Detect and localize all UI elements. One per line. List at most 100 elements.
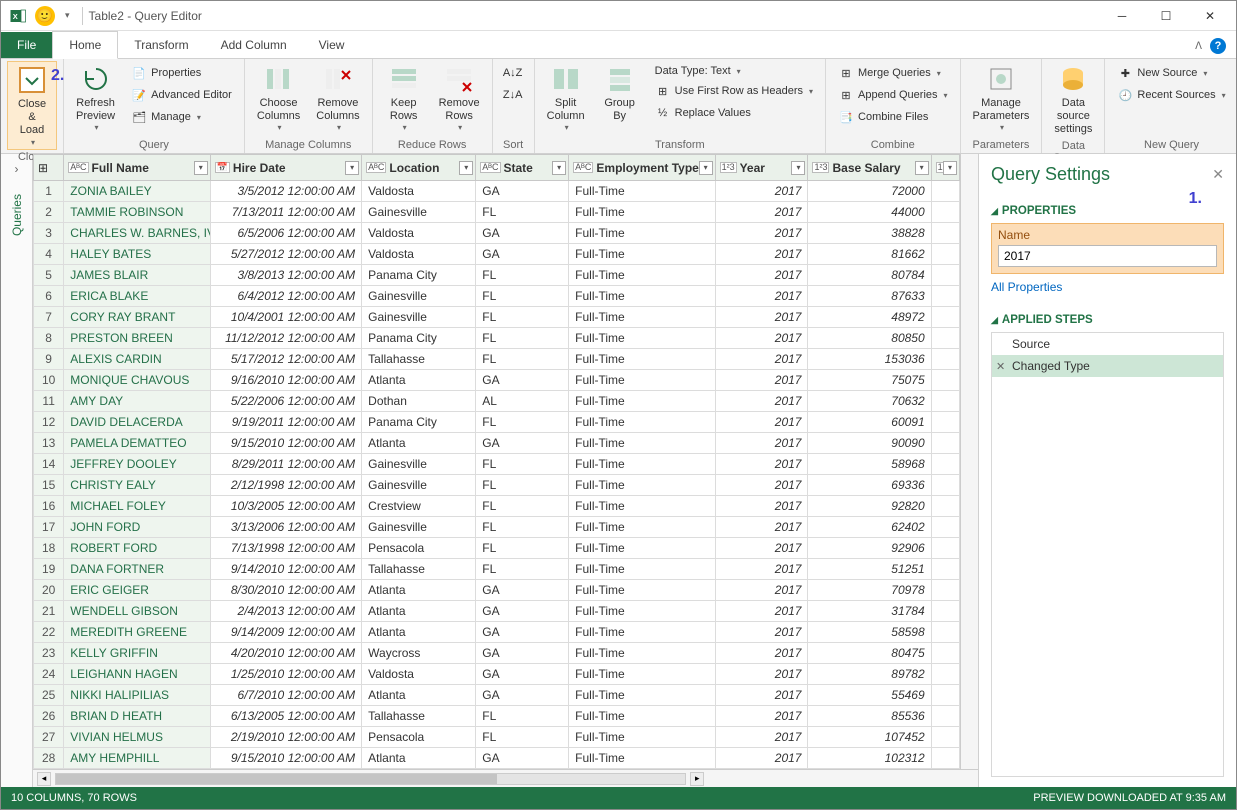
cell[interactable]: Crestview [362, 496, 476, 517]
row-number[interactable]: 27 [34, 727, 64, 748]
cell[interactable]: KELLY GRIFFIN [64, 643, 210, 664]
cell[interactable]: 38828 [808, 223, 931, 244]
cell[interactable]: GA [476, 181, 569, 202]
cell[interactable]: Gainesville [362, 202, 476, 223]
table-row[interactable]: 3CHARLES W. BARNES, IV6/5/2006 12:00:00 … [34, 223, 960, 244]
cell[interactable]: 8/29/2011 12:00:00 AM [210, 454, 361, 475]
cell[interactable]: ERIC GEIGER [64, 580, 210, 601]
tab-transform[interactable]: Transform [118, 32, 204, 58]
cell[interactable]: 6/5/2006 12:00:00 AM [210, 223, 361, 244]
cell[interactable]: Atlanta [362, 580, 476, 601]
table-row[interactable]: 23KELLY GRIFFIN4/20/2010 12:00:00 AMWayc… [34, 643, 960, 664]
filter-dropdown-icon[interactable]: ▾ [943, 161, 957, 175]
type-badge-icon[interactable]: 1²3 [720, 162, 737, 174]
cell[interactable]: Full-Time [569, 265, 715, 286]
row-number[interactable]: 2 [34, 202, 64, 223]
cell[interactable]: Panama City [362, 265, 476, 286]
merge-queries-button[interactable]: ⊞Merge Queries▾ [834, 63, 952, 83]
cell[interactable]: TAMMIE ROBINSON [64, 202, 210, 223]
column-header-state[interactable]: AᴮCState▾ [476, 155, 569, 181]
cell[interactable]: 2/19/2010 12:00:00 AM [210, 727, 361, 748]
cell[interactable]: 60091 [808, 412, 931, 433]
cell[interactable]: DAVID DELACERDA [64, 412, 210, 433]
maximize-button[interactable]: ☐ [1144, 2, 1188, 30]
cell[interactable]: FL [476, 286, 569, 307]
cell[interactable]: ZONIA BAILEY [64, 181, 210, 202]
data-source-settings-button[interactable]: Data source settings [1048, 61, 1098, 139]
append-queries-button[interactable]: ⊞Append Queries▾ [834, 85, 952, 105]
cell[interactable]: Full-Time [569, 496, 715, 517]
cell[interactable]: AMY HEMPHILL [64, 748, 210, 769]
table-row[interactable]: 25NIKKI HALIPILIAS6/7/2010 12:00:00 AMAt… [34, 685, 960, 706]
table-row[interactable]: 5JAMES BLAIR3/8/2013 12:00:00 AMPanama C… [34, 265, 960, 286]
table-row[interactable]: 1ZONIA BAILEY3/5/2012 12:00:00 AMValdost… [34, 181, 960, 202]
cell[interactable]: 2017 [715, 496, 808, 517]
cell[interactable]: Full-Time [569, 538, 715, 559]
column-header-hire-date[interactable]: 📅Hire Date▾ [210, 155, 361, 181]
cell[interactable]: Full-Time [569, 517, 715, 538]
row-number[interactable]: 24 [34, 664, 64, 685]
cell[interactable]: 107452 [808, 727, 931, 748]
cell[interactable]: 51251 [808, 559, 931, 580]
cell[interactable]: MEREDITH GREENE [64, 622, 210, 643]
table-row[interactable]: 24LEIGHANN HAGEN1/25/2010 12:00:00 AMVal… [34, 664, 960, 685]
split-column-button[interactable]: Split Column▾ [541, 61, 591, 135]
cell[interactable]: PAMELA DEMATTEO [64, 433, 210, 454]
table-row[interactable]: 4HALEY BATES5/27/2012 12:00:00 AMValdost… [34, 244, 960, 265]
type-badge-icon[interactable]: AᴮC [366, 162, 386, 174]
cell[interactable]: GA [476, 748, 569, 769]
column-header-base-salary[interactable]: 1²3Base Salary▾ [808, 155, 931, 181]
filter-dropdown-icon[interactable]: ▾ [915, 161, 929, 175]
table-row[interactable]: 22MEREDITH GREENE9/14/2009 12:00:00 AMAt… [34, 622, 960, 643]
cell[interactable]: GA [476, 643, 569, 664]
cell[interactable]: 70632 [808, 391, 931, 412]
filter-dropdown-icon[interactable]: ▾ [345, 161, 359, 175]
cell[interactable]: Gainesville [362, 286, 476, 307]
cell[interactable]: 10/3/2005 12:00:00 AM [210, 496, 361, 517]
cell[interactable]: Full-Time [569, 727, 715, 748]
cell[interactable]: 90090 [808, 433, 931, 454]
cell[interactable]: Atlanta [362, 370, 476, 391]
cell[interactable]: 9/14/2010 12:00:00 AM [210, 559, 361, 580]
cell[interactable]: PRESTON BREEN [64, 328, 210, 349]
cell[interactable]: 8/30/2010 12:00:00 AM [210, 580, 361, 601]
data-grid[interactable]: ⊞ AᴮCFull Name▾📅Hire Date▾AᴮCLocation▾Aᴮ… [33, 154, 960, 769]
cell[interactable]: Full-Time [569, 580, 715, 601]
step-source[interactable]: Source [992, 333, 1223, 355]
cell[interactable]: WENDELL GIBSON [64, 601, 210, 622]
keep-rows-button[interactable]: Keep Rows▾ [379, 61, 429, 135]
cell[interactable]: FL [476, 496, 569, 517]
cell[interactable]: Full-Time [569, 349, 715, 370]
cell[interactable]: 2017 [715, 622, 808, 643]
table-row[interactable]: 27VIVIAN HELMUS2/19/2010 12:00:00 AMPens… [34, 727, 960, 748]
cell[interactable]: Waycross [362, 643, 476, 664]
cell[interactable]: ERICA BLAKE [64, 286, 210, 307]
cell[interactable]: Atlanta [362, 601, 476, 622]
cell[interactable]: FL [476, 328, 569, 349]
cell[interactable]: Atlanta [362, 433, 476, 454]
cell[interactable]: GA [476, 244, 569, 265]
rownum-header[interactable]: ⊞ [34, 155, 64, 181]
cell[interactable]: 2017 [715, 706, 808, 727]
table-row[interactable]: 26BRIAN D HEATH6/13/2005 12:00:00 AMTall… [34, 706, 960, 727]
cell[interactable]: FL [476, 538, 569, 559]
table-row[interactable]: 2TAMMIE ROBINSON7/13/2011 12:00:00 AMGai… [34, 202, 960, 223]
column-header-employment-type[interactable]: AᴮCEmployment Type▾ [569, 155, 715, 181]
row-number[interactable]: 5 [34, 265, 64, 286]
cell[interactable]: Valdosta [362, 181, 476, 202]
cell[interactable]: 2017 [715, 370, 808, 391]
row-number[interactable]: 1 [34, 181, 64, 202]
cell[interactable]: Full-Time [569, 559, 715, 580]
cell[interactable]: 2017 [715, 412, 808, 433]
cell[interactable]: 6/4/2012 12:00:00 AM [210, 286, 361, 307]
cell[interactable]: GA [476, 223, 569, 244]
table-row[interactable]: 12DAVID DELACERDA9/19/2011 12:00:00 AMPa… [34, 412, 960, 433]
cell[interactable]: FL [476, 412, 569, 433]
table-row[interactable]: 20ERIC GEIGER8/30/2010 12:00:00 AMAtlant… [34, 580, 960, 601]
sort-asc-button[interactable]: A↓Z [501, 63, 525, 83]
row-number[interactable]: 28 [34, 748, 64, 769]
table-row[interactable]: 15CHRISTY EALY2/12/1998 12:00:00 AMGaine… [34, 475, 960, 496]
cell[interactable]: LEIGHANN HAGEN [64, 664, 210, 685]
row-number[interactable]: 22 [34, 622, 64, 643]
cell[interactable]: ALEXIS CARDIN [64, 349, 210, 370]
